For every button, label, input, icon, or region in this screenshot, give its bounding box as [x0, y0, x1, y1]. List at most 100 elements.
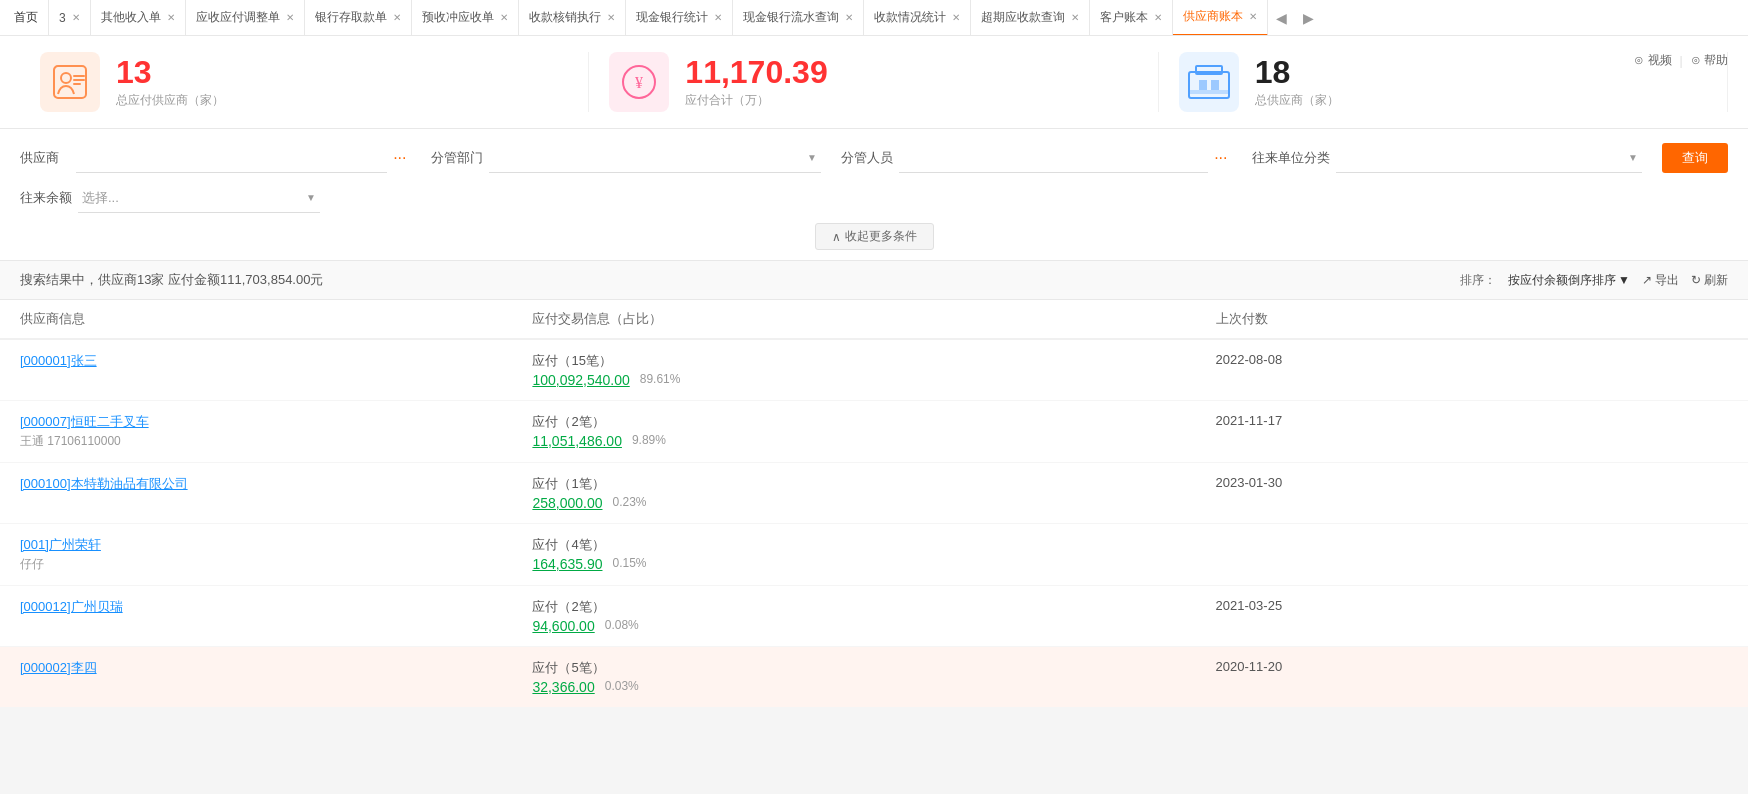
supplier-filter-input[interactable] [76, 143, 387, 173]
supplier-name-link[interactable]: [000001]张三 [20, 352, 532, 370]
transaction-pct: 0.08% [605, 618, 639, 632]
close-icon[interactable]: ✕ [952, 12, 960, 23]
supplier-dots-icon[interactable]: ··· [393, 149, 406, 167]
category-filter-label: 往来单位分类 [1252, 149, 1330, 167]
export-button[interactable]: ↗ 导出 [1642, 272, 1679, 289]
help-link[interactable]: ⊙ 帮助 [1691, 52, 1728, 69]
collapse-button[interactable]: ∧ 收起更多条件 [815, 223, 934, 250]
transaction-label: 应付（2笔） [532, 598, 1215, 616]
transaction-amount[interactable]: 100,092,540.00 [532, 372, 629, 388]
nav-tab-collection[interactable]: 收款核销执行 ✕ [519, 0, 626, 36]
table-row: [001]广州荣轩 仔仔 应付（4笔） 164,635.90 0.15% [0, 524, 1748, 586]
transaction-cell: 应付（1笔） 258,000.00 0.23% [532, 475, 1215, 511]
transaction-amount[interactable]: 94,600.00 [532, 618, 594, 634]
nav-tab-home[interactable]: 首页 [4, 0, 49, 36]
close-icon[interactable]: ✕ [286, 12, 294, 23]
total-suppliers-label: 总供应商（家） [1255, 92, 1339, 109]
table-row: [000002]李四 应付（5笔） 32,366.00 0.03% 2020-1… [0, 647, 1748, 708]
filter-item-supplier: 供应商 ··· [20, 143, 411, 173]
nav-tab-cash-flow[interactable]: 现金银行流水查询 ✕ [733, 0, 864, 36]
suppliers-payable-icon [40, 52, 100, 112]
transaction-pct: 9.89% [632, 433, 666, 447]
supplier-name-link[interactable]: [001]广州荣轩 [20, 536, 532, 554]
transaction-cell: 应付（5笔） 32,366.00 0.03% [532, 659, 1215, 695]
nav-tab-overdue[interactable]: 超期应收款查询 ✕ [971, 0, 1090, 36]
balance-filter-label: 往来余额 [20, 189, 72, 207]
nav-tab-cash-bank-stats[interactable]: 现金银行统计 ✕ [626, 0, 733, 36]
transaction-label: 应付（15笔） [532, 352, 1215, 370]
nav-tab-adjustment[interactable]: 应收应付调整单 ✕ [186, 0, 305, 36]
close-icon[interactable]: ✕ [845, 12, 853, 23]
svg-rect-4 [1189, 72, 1229, 98]
transaction-amount[interactable]: 11,051,486.00 [532, 433, 622, 449]
nav-tab-supplier-ledger[interactable]: 供应商账本 ✕ [1173, 0, 1268, 36]
supplier-cell: [000007]恒旺二手叉车 王通 17106110000 [20, 413, 532, 450]
supplier-name-link[interactable]: [000007]恒旺二手叉车 [20, 413, 532, 431]
lastpay-cell: 2023-01-30 [1216, 475, 1728, 490]
header-supplier: 供应商信息 [20, 310, 532, 328]
balance-filter-select[interactable]: 选择... ▼ [78, 183, 320, 213]
stats-header: 13 总应付供应商（家） ¥ 11,170.39 应付合计（万） [0, 36, 1748, 129]
nav-tab-collection-stats[interactable]: 收款情况统计 ✕ [864, 0, 971, 36]
nav-tab-bank-deposit[interactable]: 银行存取款单 ✕ [305, 0, 412, 36]
lastpay-date: 2021-03-25 [1216, 598, 1283, 613]
video-link[interactable]: ⊙ 视频 [1634, 52, 1671, 69]
refresh-icon: ↻ [1691, 273, 1701, 287]
chevron-down-icon: ▼ [306, 192, 316, 203]
close-icon[interactable]: ✕ [500, 12, 508, 23]
lastpay-date: 2022-08-08 [1216, 352, 1283, 367]
department-filter-select[interactable]: ▼ [489, 143, 822, 173]
nav-tab-other-income[interactable]: 其他收入单 ✕ [91, 0, 186, 36]
search-button[interactable]: 查询 [1662, 143, 1728, 173]
table-row: [000001]张三 应付（15笔） 100,092,540.00 89.61%… [0, 340, 1748, 401]
sort-select[interactable]: 按应付余额倒序排序 ▼ [1508, 272, 1630, 289]
sort-label: 排序： [1460, 272, 1496, 289]
result-summary: 搜索结果中，供应商13家 应付金额111,703,854.00元 排序： 按应付… [0, 261, 1748, 300]
amount-payable-icon: ¥ [609, 52, 669, 112]
transaction-pct: 0.15% [612, 556, 646, 570]
close-icon[interactable]: ✕ [72, 12, 80, 23]
supplier-name-link[interactable]: [000100]本特勒油品有限公司 [20, 475, 532, 493]
svg-rect-8 [1189, 90, 1229, 94]
lastpay-cell: 2021-11-17 [1216, 413, 1728, 428]
data-table: 供应商信息 应付交易信息（占比） 上次付数 [000001]张三 应付（15笔）… [0, 300, 1748, 708]
filter-item-balance: 往来余额 选择... ▼ [20, 183, 320, 213]
nav-tab-3[interactable]: 3 ✕ [49, 0, 91, 36]
chevron-down-icon: ▼ [1618, 273, 1630, 287]
chevron-down-icon: ▼ [1628, 152, 1638, 163]
nav-tab-prepay[interactable]: 预收冲应收单 ✕ [412, 0, 519, 36]
table-body: [000001]张三 应付（15笔） 100,092,540.00 89.61%… [0, 340, 1748, 708]
transaction-amount[interactable]: 258,000.00 [532, 495, 602, 511]
close-icon[interactable]: ✕ [714, 12, 722, 23]
lastpay-date: 2021-11-17 [1216, 413, 1283, 428]
close-icon[interactable]: ✕ [1154, 12, 1162, 23]
amount-payable-value: 11,170.39 [685, 56, 827, 88]
person-dots-icon[interactable]: ··· [1214, 149, 1227, 167]
person-filter-label: 分管人员 [841, 149, 893, 167]
suppliers-payable-value: 13 [116, 56, 224, 88]
person-filter-input[interactable] [899, 143, 1208, 173]
refresh-button[interactable]: ↻ 刷新 [1691, 272, 1728, 289]
close-icon[interactable]: ✕ [167, 12, 175, 23]
transaction-pct: 0.23% [612, 495, 646, 509]
svg-text:¥: ¥ [635, 74, 643, 91]
supplier-name-link[interactable]: [000002]李四 [20, 659, 532, 677]
close-icon[interactable]: ✕ [1249, 11, 1257, 22]
table-header: 供应商信息 应付交易信息（占比） 上次付数 [0, 300, 1748, 340]
nav-prev-arrow[interactable]: ◀ [1268, 10, 1295, 26]
table-row: [000007]恒旺二手叉车 王通 17106110000 应付（2笔） 11,… [0, 401, 1748, 463]
chevron-up-icon: ∧ [832, 230, 841, 244]
close-icon[interactable]: ✕ [607, 12, 615, 23]
supplier-cell: [001]广州荣轩 仔仔 [20, 536, 532, 573]
transaction-amount[interactable]: 164,635.90 [532, 556, 602, 572]
nav-next-arrow[interactable]: ▶ [1295, 10, 1322, 26]
transaction-cell: 应付（4笔） 164,635.90 0.15% [532, 536, 1215, 572]
department-filter-label: 分管部门 [431, 149, 483, 167]
supplier-name-link[interactable]: [000012]广州贝瑞 [20, 598, 532, 616]
stat-block-amount-payable: ¥ 11,170.39 应付合计（万） [589, 52, 1158, 112]
category-filter-select[interactable]: ▼ [1336, 143, 1643, 173]
close-icon[interactable]: ✕ [1071, 12, 1079, 23]
nav-tab-customer-ledger[interactable]: 客户账本 ✕ [1090, 0, 1173, 36]
close-icon[interactable]: ✕ [393, 12, 401, 23]
transaction-amount[interactable]: 32,366.00 [532, 679, 594, 695]
